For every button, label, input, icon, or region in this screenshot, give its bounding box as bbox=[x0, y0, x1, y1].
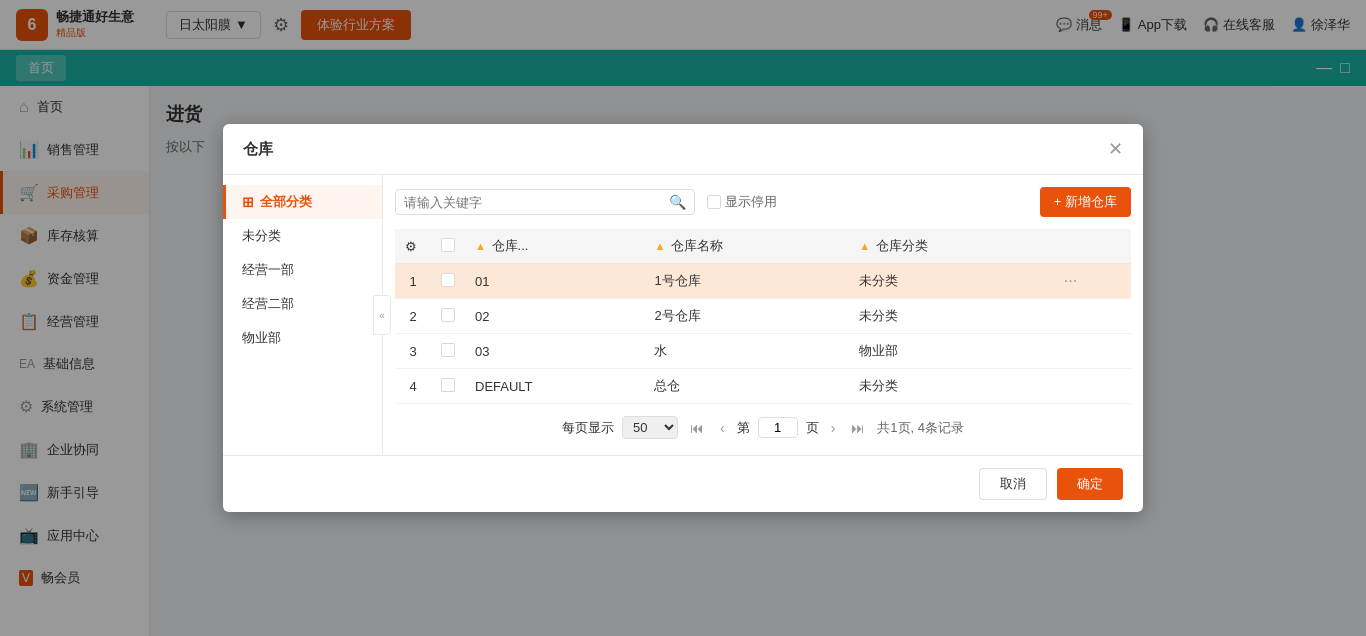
row-cat-1: 未分类 bbox=[849, 264, 1054, 299]
add-warehouse-button[interactable]: + 新增仓库 bbox=[1040, 187, 1131, 217]
row-code-3: 03 bbox=[465, 334, 644, 369]
row-more-button-1[interactable]: ··· bbox=[1064, 272, 1077, 289]
row-check-4[interactable] bbox=[431, 369, 465, 404]
row-actions-2 bbox=[1054, 299, 1131, 334]
row-name-4: 总仓 bbox=[644, 369, 849, 404]
row-actions-1: ··· bbox=[1054, 264, 1131, 299]
modal-body: ⊞ 全部分类 未分类 经营一部 经营二部 物业部 « bbox=[223, 175, 1143, 455]
row-num-3: 3 bbox=[395, 334, 431, 369]
modal-footer: 取消 确定 bbox=[223, 455, 1143, 512]
search-icon[interactable]: 🔍 bbox=[669, 194, 686, 210]
row-num-1: 1 bbox=[395, 264, 431, 299]
row-actions-3 bbox=[1054, 334, 1131, 369]
row-name-3: 水 bbox=[644, 334, 849, 369]
row-cat-3: 物业部 bbox=[849, 334, 1054, 369]
th-category: ▲ 仓库分类 bbox=[849, 229, 1054, 264]
table-head: ⚙ ▲ 仓库... ▲ bbox=[395, 229, 1131, 264]
sort-icon: ▲ bbox=[475, 240, 486, 252]
modal-title: 仓库 bbox=[243, 140, 273, 159]
collapse-panel-button[interactable]: « bbox=[373, 295, 391, 335]
show-inactive-label[interactable]: 显示停用 bbox=[707, 193, 777, 211]
table-panel: 🔍 显示停用 + 新增仓库 ⚙ bbox=[383, 175, 1143, 455]
cancel-button[interactable]: 取消 bbox=[979, 468, 1047, 500]
table-row[interactable]: 2 02 2号仓库 未分类 bbox=[395, 299, 1131, 334]
modal-header: 仓库 ✕ bbox=[223, 124, 1143, 175]
row-num-2: 2 bbox=[395, 299, 431, 334]
row-actions-4 bbox=[1054, 369, 1131, 404]
row-code-2: 02 bbox=[465, 299, 644, 334]
table-toolbar: 🔍 显示停用 + 新增仓库 bbox=[395, 187, 1131, 217]
table-row[interactable]: 1 01 1号仓库 未分类 ··· bbox=[395, 264, 1131, 299]
confirm-button[interactable]: 确定 bbox=[1057, 468, 1123, 500]
category-item-property[interactable]: 物业部 bbox=[223, 321, 382, 355]
search-input[interactable] bbox=[404, 195, 663, 210]
row-check-2[interactable] bbox=[431, 299, 465, 334]
table-header-row: ⚙ ▲ 仓库... ▲ bbox=[395, 229, 1131, 264]
pagination: 每页显示 50 10 20 100 ⏮ ‹ 第 页 › ⏭ 共1页, 4条记录 bbox=[395, 404, 1131, 443]
row-check-3[interactable] bbox=[431, 334, 465, 369]
first-page-button[interactable]: ⏮ bbox=[686, 418, 708, 438]
row-code-4: DEFAULT bbox=[465, 369, 644, 404]
category-item-unclassified[interactable]: 未分类 bbox=[223, 219, 382, 253]
table-body: 1 01 1号仓库 未分类 ··· bbox=[395, 264, 1131, 404]
th-checkbox bbox=[431, 229, 465, 264]
row-check-1[interactable] bbox=[431, 264, 465, 299]
category-panel: ⊞ 全部分类 未分类 经营一部 经营二部 物业部 « bbox=[223, 175, 383, 455]
th-actions bbox=[1054, 229, 1131, 264]
select-all-checkbox[interactable] bbox=[441, 238, 455, 252]
row-cat-2: 未分类 bbox=[849, 299, 1054, 334]
show-inactive-checkbox[interactable] bbox=[707, 195, 721, 209]
page-info: 共1页, 4条记录 bbox=[877, 419, 964, 437]
category-item-ops1[interactable]: 经营一部 bbox=[223, 253, 382, 287]
modal-close-button[interactable]: ✕ bbox=[1108, 138, 1123, 160]
settings-icon: ⚙ bbox=[405, 239, 417, 254]
per-page-select[interactable]: 50 10 20 100 bbox=[622, 416, 678, 439]
table-row[interactable]: 3 03 水 物业部 bbox=[395, 334, 1131, 369]
sort-icon-cat: ▲ bbox=[859, 240, 870, 252]
last-page-button[interactable]: ⏭ bbox=[847, 418, 869, 438]
row-name-1: 1号仓库 bbox=[644, 264, 849, 299]
modal-overlay: 仓库 ✕ ⊞ 全部分类 未分类 经营一部 经营二部 bbox=[0, 0, 1366, 636]
th-code: ▲ 仓库... bbox=[465, 229, 644, 264]
prev-page-button[interactable]: ‹ bbox=[716, 418, 729, 438]
sort-icon-name: ▲ bbox=[654, 240, 665, 252]
table-row[interactable]: 4 DEFAULT 总仓 未分类 bbox=[395, 369, 1131, 404]
row-code-1: 01 bbox=[465, 264, 644, 299]
row-cat-4: 未分类 bbox=[849, 369, 1054, 404]
search-wrap: 🔍 bbox=[395, 189, 695, 215]
next-page-button[interactable]: › bbox=[827, 418, 840, 438]
category-all[interactable]: ⊞ 全部分类 bbox=[223, 185, 382, 219]
category-item-ops2[interactable]: 经营二部 bbox=[223, 287, 382, 321]
row-name-2: 2号仓库 bbox=[644, 299, 849, 334]
table-container: ⚙ ▲ 仓库... ▲ bbox=[395, 229, 1131, 404]
th-name: ▲ 仓库名称 bbox=[644, 229, 849, 264]
th-settings: ⚙ bbox=[395, 229, 431, 264]
grid-icon: ⊞ bbox=[242, 194, 254, 210]
warehouse-table: ⚙ ▲ 仓库... ▲ bbox=[395, 229, 1131, 404]
warehouse-modal: 仓库 ✕ ⊞ 全部分类 未分类 经营一部 经营二部 bbox=[223, 124, 1143, 512]
page-number-input[interactable] bbox=[758, 417, 798, 438]
row-num-4: 4 bbox=[395, 369, 431, 404]
